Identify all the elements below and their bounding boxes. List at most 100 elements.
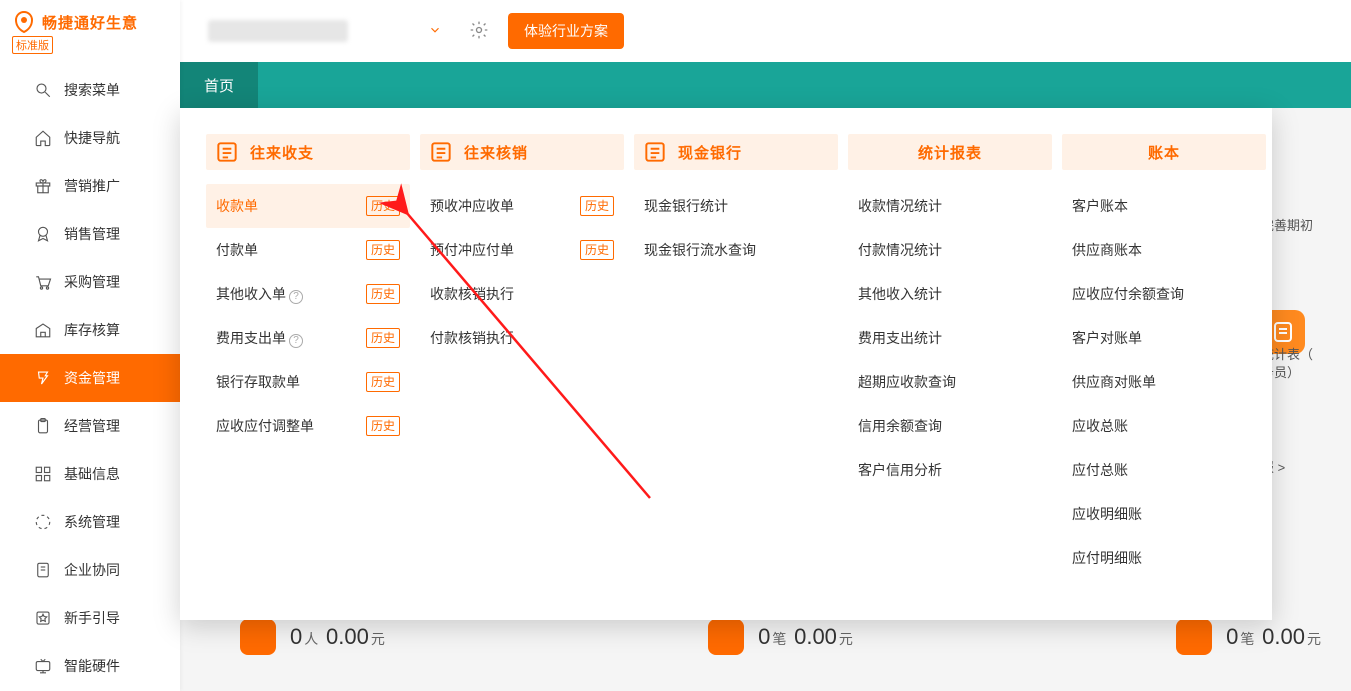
sidebar-item-badge[interactable]: 销售管理 — [0, 210, 180, 258]
brand-area: 畅捷通好生意 标准版 — [0, 0, 180, 56]
mega-entry[interactable]: 应付明细账 — [1062, 536, 1266, 580]
stat-icon — [708, 619, 744, 655]
mega-entry-label: 费用支出统计 — [858, 328, 942, 348]
right-shortcuts: 完善期初 统计表（ 务员） 报 > — [1261, 108, 1351, 498]
tab-home[interactable]: 首页 — [180, 62, 258, 108]
mega-entry[interactable]: 费用支出单? 历史 — [206, 316, 410, 360]
loader-icon — [34, 513, 52, 531]
mega-entry-label: 费用支出单? — [216, 328, 303, 348]
sidebar-item-search[interactable]: 搜索菜单 — [0, 66, 180, 114]
history-badge[interactable]: 历史 — [580, 196, 614, 216]
mega-column-title: 现金银行 — [678, 142, 742, 163]
mega-entry[interactable]: 收款核销执行 — [420, 272, 624, 316]
sidebar-item-label: 新手引导 — [64, 608, 120, 628]
sidebar-item-label: 基础信息 — [64, 464, 120, 484]
sidebar-item-cart[interactable]: 采购管理 — [0, 258, 180, 306]
grid-icon — [34, 465, 52, 483]
mega-entry[interactable]: 供应商账本 — [1062, 228, 1266, 272]
sidebar-item-money[interactable]: 资金管理 — [0, 354, 180, 402]
history-badge[interactable]: 历史 — [366, 196, 400, 216]
sidebar-item-warehouse[interactable]: 库存核算 — [0, 306, 180, 354]
mega-entry-label: 银行存取款单 — [216, 372, 300, 392]
money-icon — [34, 369, 52, 387]
sidebar-item-tv[interactable]: 智能硬件 — [0, 642, 180, 690]
org-selector[interactable] — [200, 13, 450, 49]
sidebar-item-label: 快捷导航 — [64, 128, 120, 148]
stat-icon — [240, 619, 276, 655]
history-badge[interactable]: 历史 — [366, 328, 400, 348]
mega-entry[interactable]: 应收总账 — [1062, 404, 1266, 448]
mega-entry[interactable]: 现金银行流水查询 — [634, 228, 838, 272]
mega-entry[interactable]: 其他收入统计 — [848, 272, 1052, 316]
mega-entry-label: 收款单 — [216, 196, 258, 216]
sidebar-item-label: 资金管理 — [64, 368, 120, 388]
help-icon[interactable]: ? — [289, 334, 303, 348]
mega-entry[interactable]: 其他收入单? 历史 — [206, 272, 410, 316]
mega-entry[interactable]: 应收应付余额查询 — [1062, 272, 1266, 316]
mega-entry[interactable]: 费用支出统计 — [848, 316, 1052, 360]
mega-entry[interactable]: 付款核销执行 — [420, 316, 624, 360]
mega-entry[interactable]: 收款情况统计 — [848, 184, 1052, 228]
mega-entry-label: 应收应付余额查询 — [1072, 284, 1184, 304]
document-icon — [426, 137, 456, 167]
mega-entry-label: 应收总账 — [1072, 416, 1128, 436]
mega-entry-label: 其他收入单? — [216, 284, 303, 304]
history-badge[interactable]: 历史 — [366, 240, 400, 260]
help-icon[interactable]: ? — [289, 290, 303, 304]
history-badge[interactable]: 历史 — [366, 284, 400, 304]
mega-entry[interactable]: 应付总账 — [1062, 448, 1266, 492]
mega-entry[interactable]: 付款情况统计 — [848, 228, 1052, 272]
document-icon — [640, 137, 670, 167]
right-strip-item[interactable]: 报 > — [1261, 434, 1351, 498]
sidebar-item-label: 搜索菜单 — [64, 80, 120, 100]
mega-entry[interactable]: 客户对账单 — [1062, 316, 1266, 360]
mega-entry[interactable]: 信用余额查询 — [848, 404, 1052, 448]
chevron-down-icon — [428, 23, 442, 40]
settings-button[interactable] — [464, 16, 494, 46]
history-badge[interactable]: 历史 — [580, 240, 614, 260]
mega-entry-label: 现金银行流水查询 — [644, 240, 756, 260]
mega-entry[interactable]: 客户信用分析 — [848, 448, 1052, 492]
brand-title: 畅捷通好生意 — [42, 12, 138, 33]
mega-entry[interactable]: 客户账本 — [1062, 184, 1266, 228]
mega-column-header: 往来核销 — [420, 134, 624, 170]
sidebar-item-label: 营销推广 — [64, 176, 120, 196]
doc-icon — [34, 561, 52, 579]
sidebar-item-clipboard[interactable]: 经营管理 — [0, 402, 180, 450]
sidebar-item-doc[interactable]: 企业协同 — [0, 546, 180, 594]
mega-column-title: 往来收支 — [250, 142, 314, 163]
sidebar-item-loader[interactable]: 系统管理 — [0, 498, 180, 546]
mega-column: 现金银行现金银行统计现金银行流水查询 — [634, 134, 838, 580]
stat-card: 0笔 0.00元 — [708, 619, 853, 655]
mega-entry[interactable]: 预收冲应收单历史 — [420, 184, 624, 228]
history-badge[interactable]: 历史 — [366, 372, 400, 392]
clipboard-icon — [34, 417, 52, 435]
mega-entry[interactable]: 预付冲应付单历史 — [420, 228, 624, 272]
star-icon — [34, 609, 52, 627]
sidebar-item-star[interactable]: 新手引导 — [0, 594, 180, 642]
stat-icon — [1176, 619, 1212, 655]
tv-icon — [34, 657, 52, 675]
brand-subtitle: 标准版 — [12, 36, 53, 54]
mega-entry[interactable]: 现金银行统计 — [634, 184, 838, 228]
gear-icon — [469, 20, 489, 43]
right-strip-item[interactable]: 完善期初 — [1261, 192, 1351, 256]
mega-entry[interactable]: 应收应付调整单 历史 — [206, 404, 410, 448]
sidebar-item-home[interactable]: 快捷导航 — [0, 114, 180, 162]
sidebar-item-label: 系统管理 — [64, 512, 120, 532]
mega-entry[interactable]: 超期应收款查询 — [848, 360, 1052, 404]
sidebar-item-label: 经营管理 — [64, 416, 120, 436]
mega-entry-label: 供应商账本 — [1072, 240, 1142, 260]
industry-plan-button[interactable]: 体验行业方案 — [508, 13, 624, 49]
mega-entry-label: 应收应付调整单 — [216, 416, 314, 436]
stat-count: 0 — [290, 624, 302, 649]
mega-entry[interactable]: 银行存取款单 历史 — [206, 360, 410, 404]
mega-entry-label: 信用余额查询 — [858, 416, 942, 436]
mega-entry[interactable]: 应收明细账 — [1062, 492, 1266, 536]
history-badge[interactable]: 历史 — [366, 416, 400, 436]
sidebar-item-grid[interactable]: 基础信息 — [0, 450, 180, 498]
mega-entry[interactable]: 付款单历史 — [206, 228, 410, 272]
mega-entry[interactable]: 收款单 历史 — [206, 184, 410, 228]
mega-entry[interactable]: 供应商对账单 — [1062, 360, 1266, 404]
sidebar-item-gift[interactable]: 营销推广 — [0, 162, 180, 210]
